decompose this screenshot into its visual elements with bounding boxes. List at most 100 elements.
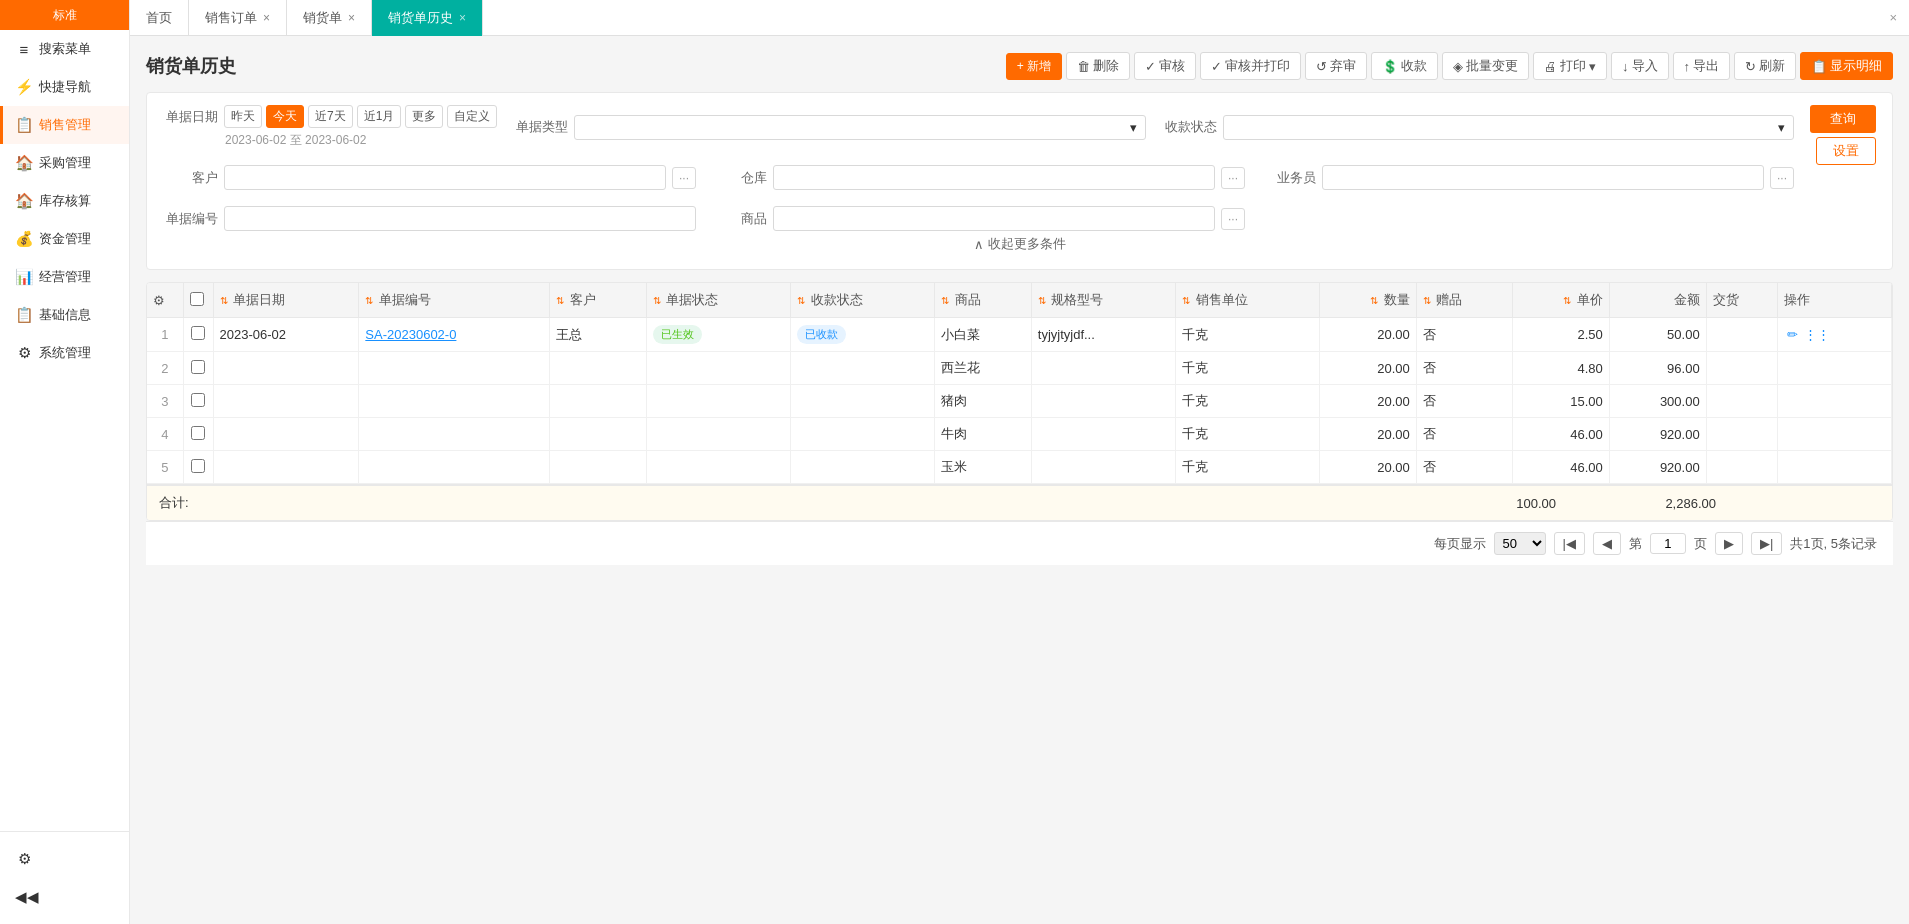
export-button[interactable]: ↑ 导出 bbox=[1673, 52, 1731, 80]
doc-type-select[interactable]: ▾ bbox=[574, 115, 1145, 140]
sales-unit-cell: 千克 bbox=[1176, 385, 1320, 418]
date-custom[interactable]: 自定义 bbox=[447, 105, 497, 128]
date-yesterday[interactable]: 昨天 bbox=[224, 105, 262, 128]
show-detail-button[interactable]: 📋 显示明细 bbox=[1800, 52, 1893, 80]
close-icon[interactable]: × bbox=[459, 11, 466, 25]
doc-status-cell bbox=[646, 451, 790, 484]
date-more[interactable]: 更多 bbox=[405, 105, 443, 128]
total-qty: 100.00 bbox=[1266, 496, 1566, 511]
action-cell bbox=[1778, 352, 1892, 385]
sidebar-settings[interactable]: ⚙ bbox=[0, 840, 129, 878]
goods-ellipsis[interactable]: ··· bbox=[1221, 208, 1245, 230]
doc-status-cell bbox=[646, 352, 790, 385]
goods-input[interactable] bbox=[773, 206, 1215, 231]
row-checkbox[interactable] bbox=[191, 326, 205, 340]
close-icon[interactable]: × bbox=[263, 11, 270, 25]
col-customer[interactable]: ⇅ 客户 bbox=[550, 283, 647, 318]
row-checkbox[interactable] bbox=[191, 393, 205, 407]
close-all-tabs[interactable]: × bbox=[1877, 10, 1909, 25]
customer-cell bbox=[550, 352, 647, 385]
more-btn[interactable]: ⋮⋮ bbox=[1801, 327, 1833, 342]
sidebar-toggle[interactable]: ◀◀ bbox=[0, 878, 129, 916]
sidebar-item-ops-mgmt[interactable]: 📊 经营管理 bbox=[0, 258, 129, 296]
tab-sales-out-history[interactable]: 销货单历史 × bbox=[372, 0, 483, 36]
tab-sales-order[interactable]: 销售订单 × bbox=[189, 0, 287, 36]
trade-cell bbox=[1706, 385, 1778, 418]
close-icon[interactable]: × bbox=[348, 11, 355, 25]
sidebar-item-inventory[interactable]: 🏠 库存核算 bbox=[0, 182, 129, 220]
collect-button[interactable]: 💲 收款 bbox=[1371, 52, 1438, 80]
query-button[interactable]: 查询 bbox=[1810, 105, 1876, 133]
table-row: 5玉米千克20.00否46.00920.00 bbox=[147, 451, 1892, 484]
filter-customer: 客户 ··· bbox=[163, 165, 696, 190]
col-unit-price[interactable]: ⇅ 单价 bbox=[1513, 283, 1610, 318]
warehouse-label: 仓库 bbox=[712, 169, 767, 187]
settings-col[interactable]: ⚙ bbox=[147, 283, 183, 318]
collect-status-cell: 已收款 bbox=[791, 318, 935, 352]
collapse-button[interactable]: ∧ 收起更多条件 bbox=[163, 231, 1876, 257]
collect-status-select[interactable]: ▾ bbox=[1223, 115, 1794, 140]
tab-bar: 首页 销售订单 × 销货单 × 销货单历史 × × bbox=[130, 0, 1909, 36]
delete-button[interactable]: 🗑 删除 bbox=[1066, 52, 1130, 80]
sys-icon: ⚙ bbox=[15, 344, 33, 362]
date-7days[interactable]: 近7天 bbox=[308, 105, 353, 128]
abandon-button[interactable]: ↺ 弃审 bbox=[1305, 52, 1367, 80]
sidebar-item-sales-mgmt[interactable]: 📋 销售管理 bbox=[0, 106, 129, 144]
sidebar-item-purchase-mgmt[interactable]: 🏠 采购管理 bbox=[0, 144, 129, 182]
staff-input[interactable] bbox=[1322, 165, 1764, 190]
sidebar-item-finance-mgmt[interactable]: 💰 资金管理 bbox=[0, 220, 129, 258]
customer-input[interactable] bbox=[224, 165, 666, 190]
warehouse-input[interactable] bbox=[773, 165, 1215, 190]
doc-no-link[interactable]: SA-20230602-0 bbox=[365, 327, 456, 342]
select-all-checkbox[interactable] bbox=[190, 292, 204, 306]
col-sales-unit[interactable]: ⇅ 销售单位 bbox=[1176, 283, 1320, 318]
col-qty[interactable]: ⇅ 数量 bbox=[1320, 283, 1417, 318]
sidebar-item-quick-nav[interactable]: ⚡ 快捷导航 bbox=[0, 68, 129, 106]
col-doc-date[interactable]: ⇅ 单据日期 bbox=[213, 283, 359, 318]
row-checkbox[interactable] bbox=[191, 459, 205, 473]
data-table: ⚙ ⇅ 单据日期 ⇅ 单据编号 bbox=[147, 283, 1892, 484]
page-input[interactable]: 1 bbox=[1650, 533, 1686, 554]
seq-cell: 5 bbox=[147, 451, 183, 484]
sidebar-item-search[interactable]: ≡ 搜索菜单 bbox=[0, 30, 129, 68]
new-button[interactable]: + 新增 bbox=[1006, 53, 1062, 80]
col-doc-no[interactable]: ⇅ 单据编号 bbox=[359, 283, 550, 318]
first-page-btn[interactable]: |◀ bbox=[1554, 532, 1585, 555]
col-gift[interactable]: ⇅ 赠品 bbox=[1416, 283, 1513, 318]
col-spec-type[interactable]: ⇅ 规格型号 bbox=[1031, 283, 1175, 318]
prev-page-btn[interactable]: ◀ bbox=[1593, 532, 1621, 555]
col-doc-status[interactable]: ⇅ 单据状态 bbox=[646, 283, 790, 318]
set-button[interactable]: 设置 bbox=[1816, 137, 1876, 165]
last-page-btn[interactable]: ▶| bbox=[1751, 532, 1782, 555]
audit-print-button[interactable]: ✓ 审核并打印 bbox=[1200, 52, 1301, 80]
audit-button[interactable]: ✓ 审核 bbox=[1134, 52, 1196, 80]
customer-cell bbox=[550, 385, 647, 418]
customer-ellipsis[interactable]: ··· bbox=[672, 167, 696, 189]
col-goods[interactable]: ⇅ 商品 bbox=[935, 283, 1032, 318]
filter-doc-no: 单据编号 bbox=[163, 206, 696, 231]
per-page-select[interactable]: 50 100 bbox=[1494, 532, 1546, 555]
tab-sales-out[interactable]: 销货单 × bbox=[287, 0, 372, 36]
row-checkbox[interactable] bbox=[191, 360, 205, 374]
checkbox-cell bbox=[183, 385, 213, 418]
batch-change-button[interactable]: ◈ 批量变更 bbox=[1442, 52, 1529, 80]
refresh-button[interactable]: ↻ 刷新 bbox=[1734, 52, 1796, 80]
warehouse-ellipsis[interactable]: ··· bbox=[1221, 167, 1245, 189]
tab-home[interactable]: 首页 bbox=[130, 0, 189, 36]
status-badge: 已生效 bbox=[653, 325, 702, 344]
date-1month[interactable]: 近1月 bbox=[357, 105, 402, 128]
import-button[interactable]: ↓ 导入 bbox=[1611, 52, 1669, 80]
amount-cell: 300.00 bbox=[1609, 385, 1706, 418]
doc-no-input[interactable] bbox=[224, 206, 696, 231]
next-page-btn[interactable]: ▶ bbox=[1715, 532, 1743, 555]
sidebar-item-sys-mgmt[interactable]: ⚙ 系统管理 bbox=[0, 334, 129, 372]
audit-icon: ✓ bbox=[1145, 59, 1156, 74]
page-suffix: 页 bbox=[1694, 535, 1707, 553]
row-checkbox[interactable] bbox=[191, 426, 205, 440]
print-button[interactable]: 🖨 打印 ▾ bbox=[1533, 52, 1607, 80]
sidebar-item-basic-info[interactable]: 📋 基础信息 bbox=[0, 296, 129, 334]
staff-ellipsis[interactable]: ··· bbox=[1770, 167, 1794, 189]
date-today[interactable]: 今天 bbox=[266, 105, 304, 128]
edit-btn[interactable]: ✏ bbox=[1784, 327, 1801, 342]
col-collect-status[interactable]: ⇅ 收款状态 bbox=[791, 283, 935, 318]
